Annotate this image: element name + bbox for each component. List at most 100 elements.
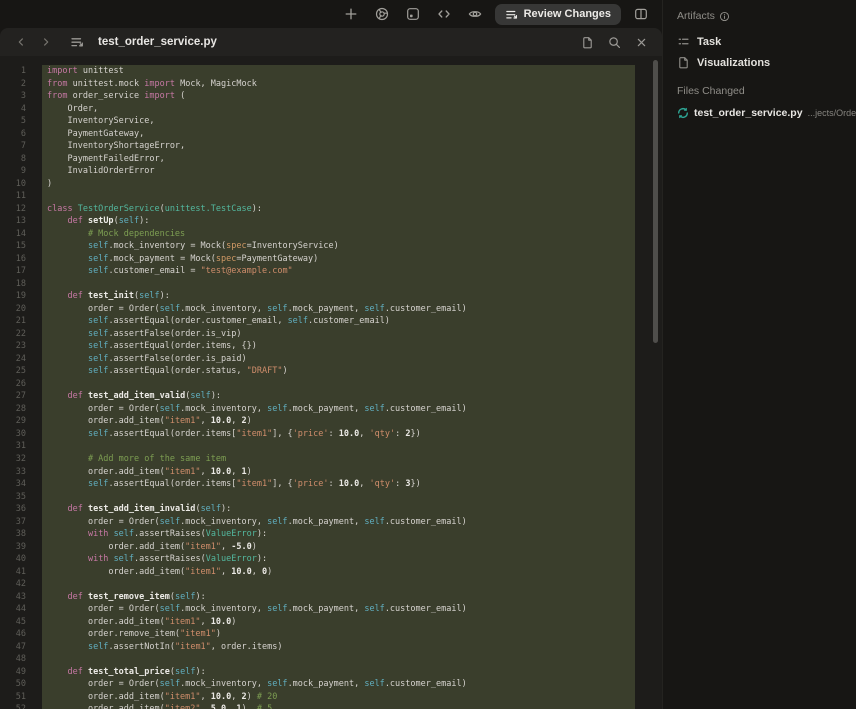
line-content[interactable]: PaymentFailedError,	[42, 153, 635, 166]
plus-icon[interactable]	[340, 3, 362, 25]
chevron-left-icon[interactable]	[12, 33, 30, 51]
line-number: 29	[0, 415, 26, 428]
line-number: 39	[0, 541, 26, 554]
line-content[interactable]: order = Order(self.mock_inventory, self.…	[42, 678, 635, 691]
review-changes-button[interactable]: Review Changes	[495, 4, 621, 25]
code-line: 30 self.assertEqual(order.items["item1"]…	[0, 428, 662, 441]
line-content[interactable]: Order,	[42, 103, 635, 116]
editor-header-left: test_order_service.py	[12, 33, 217, 51]
line-number: 38	[0, 528, 26, 541]
line-content[interactable]	[42, 440, 635, 453]
search-icon[interactable]	[605, 33, 623, 51]
code-line: 14 # Mock dependencies	[0, 228, 662, 241]
line-content[interactable]: from order_service import (	[42, 90, 635, 103]
editor-panel: test_order_service.py 1import unittest2f…	[0, 28, 662, 709]
line-content[interactable]: self.customer_email = "test@example.com"	[42, 265, 635, 278]
sidebar-item-task[interactable]: Task	[677, 31, 845, 52]
line-number: 16	[0, 253, 26, 266]
line-content[interactable]: # Add more of the same item	[42, 453, 635, 466]
line-content[interactable]	[42, 578, 635, 591]
line-content[interactable]: self.assertEqual(order.items["item1"], {…	[42, 428, 635, 441]
code-line: 51 order.add_item("item1", 10.0, 2) # 20	[0, 691, 662, 704]
line-content[interactable]: order = Order(self.mock_inventory, self.…	[42, 303, 635, 316]
line-content[interactable]: )	[42, 178, 635, 191]
line-content[interactable]: self.assertEqual(order.customer_email, s…	[42, 315, 635, 328]
line-content[interactable]: self.assertFalse(order.is_vip)	[42, 328, 635, 341]
sidebar-item-visualizations[interactable]: Visualizations	[677, 52, 845, 73]
line-number: 1	[0, 65, 26, 78]
line-content[interactable]: order.add_item("item1", 10.0)	[42, 616, 635, 629]
code-line: 3from order_service import (	[0, 90, 662, 103]
line-content[interactable]	[42, 278, 635, 291]
code-line: 43 def test_remove_item(self):	[0, 591, 662, 604]
line-content[interactable]: order.remove_item("item1")	[42, 628, 635, 641]
code-line: 22 self.assertFalse(order.is_vip)	[0, 328, 662, 341]
line-content[interactable]: order.add_item("item1", -5.0)	[42, 541, 635, 554]
line-content[interactable]	[42, 491, 635, 504]
line-content[interactable]: class TestOrderService(unittest.TestCase…	[42, 203, 635, 216]
line-number: 50	[0, 678, 26, 691]
line-content[interactable]: def test_add_item_valid(self):	[42, 390, 635, 403]
line-content[interactable]	[42, 653, 635, 666]
line-content[interactable]: with self.assertRaises(ValueError):	[42, 553, 635, 566]
line-content[interactable]: PaymentGateway,	[42, 128, 635, 141]
code-icon[interactable]	[433, 3, 455, 25]
line-number: 46	[0, 628, 26, 641]
line-number: 34	[0, 478, 26, 491]
line-content[interactable]: self.assertNotIn("item1", order.items)	[42, 641, 635, 654]
line-content[interactable]	[42, 378, 635, 391]
line-number: 13	[0, 215, 26, 228]
changed-file-row[interactable]: test_order_service.py ...jects/OrderApp/	[677, 103, 845, 123]
line-content[interactable]: self.assertFalse(order.is_paid)	[42, 353, 635, 366]
line-content[interactable]: order.add_item("item2", 5.0, 1) # 5	[42, 703, 635, 709]
line-content[interactable]	[42, 190, 635, 203]
frame-icon[interactable]	[402, 3, 424, 25]
line-content[interactable]: def test_total_price(self):	[42, 666, 635, 679]
code-line: 38 with self.assertRaises(ValueError):	[0, 528, 662, 541]
line-content[interactable]: def test_remove_item(self):	[42, 591, 635, 604]
code-line: 19 def test_init(self):	[0, 290, 662, 303]
split-columns-icon[interactable]	[630, 3, 652, 25]
line-content[interactable]: order.add_item("item1", 10.0, 1)	[42, 466, 635, 479]
close-icon[interactable]	[632, 33, 650, 51]
line-content[interactable]: self.assertEqual(order.status, "DRAFT")	[42, 365, 635, 378]
code-line: 47 self.assertNotIn("item1", order.items…	[0, 641, 662, 654]
line-content[interactable]: InventoryService,	[42, 115, 635, 128]
code-line: 10)	[0, 178, 662, 191]
line-number: 20	[0, 303, 26, 316]
line-content[interactable]: # Mock dependencies	[42, 228, 635, 241]
line-content[interactable]: self.mock_payment = Mock(spec=PaymentGat…	[42, 253, 635, 266]
line-content[interactable]: def test_add_item_invalid(self):	[42, 503, 635, 516]
chevron-right-icon[interactable]	[37, 33, 55, 51]
code-line: 41 order.add_item("item1", 10.0, 0)	[0, 566, 662, 579]
browser-icon[interactable]	[371, 3, 393, 25]
line-content[interactable]: order.add_item("item1", 10.0, 2)	[42, 415, 635, 428]
line-content[interactable]: self.assertEqual(order.items, {})	[42, 340, 635, 353]
line-content[interactable]: with self.assertRaises(ValueError):	[42, 528, 635, 541]
document-icon[interactable]	[578, 33, 596, 51]
line-content[interactable]: InventoryShortageError,	[42, 140, 635, 153]
line-content[interactable]: order.add_item("item1", 10.0, 0)	[42, 566, 635, 579]
line-content[interactable]: from unittest.mock import Mock, MagicMoc…	[42, 78, 635, 91]
line-content[interactable]: order = Order(self.mock_inventory, self.…	[42, 403, 635, 416]
code-line: 20 order = Order(self.mock_inventory, se…	[0, 303, 662, 316]
line-content[interactable]: order = Order(self.mock_inventory, self.…	[42, 516, 635, 529]
line-content[interactable]: def test_init(self):	[42, 290, 635, 303]
code-line: 33 order.add_item("item1", 10.0, 1)	[0, 466, 662, 479]
document-icon	[677, 56, 690, 69]
line-number: 40	[0, 553, 26, 566]
line-content[interactable]: self.assertEqual(order.items["item1"], {…	[42, 478, 635, 491]
editor-header-right	[578, 33, 650, 51]
line-content[interactable]: import unittest	[42, 65, 635, 78]
line-content[interactable]: self.mock_inventory = Mock(spec=Inventor…	[42, 240, 635, 253]
line-content[interactable]: InvalidOrderError	[42, 165, 635, 178]
vertical-scrollbar[interactable]	[653, 60, 658, 343]
code-line: 25 self.assertEqual(order.status, "DRAFT…	[0, 365, 662, 378]
code-line: 7 InventoryShortageError,	[0, 140, 662, 153]
line-content[interactable]: order = Order(self.mock_inventory, self.…	[42, 603, 635, 616]
line-content[interactable]: def setUp(self):	[42, 215, 635, 228]
eye-icon[interactable]	[464, 3, 486, 25]
line-content[interactable]: order.add_item("item1", 10.0, 2) # 20	[42, 691, 635, 704]
file-list-icon[interactable]	[68, 33, 86, 51]
code-line: 27 def test_add_item_valid(self):	[0, 390, 662, 403]
